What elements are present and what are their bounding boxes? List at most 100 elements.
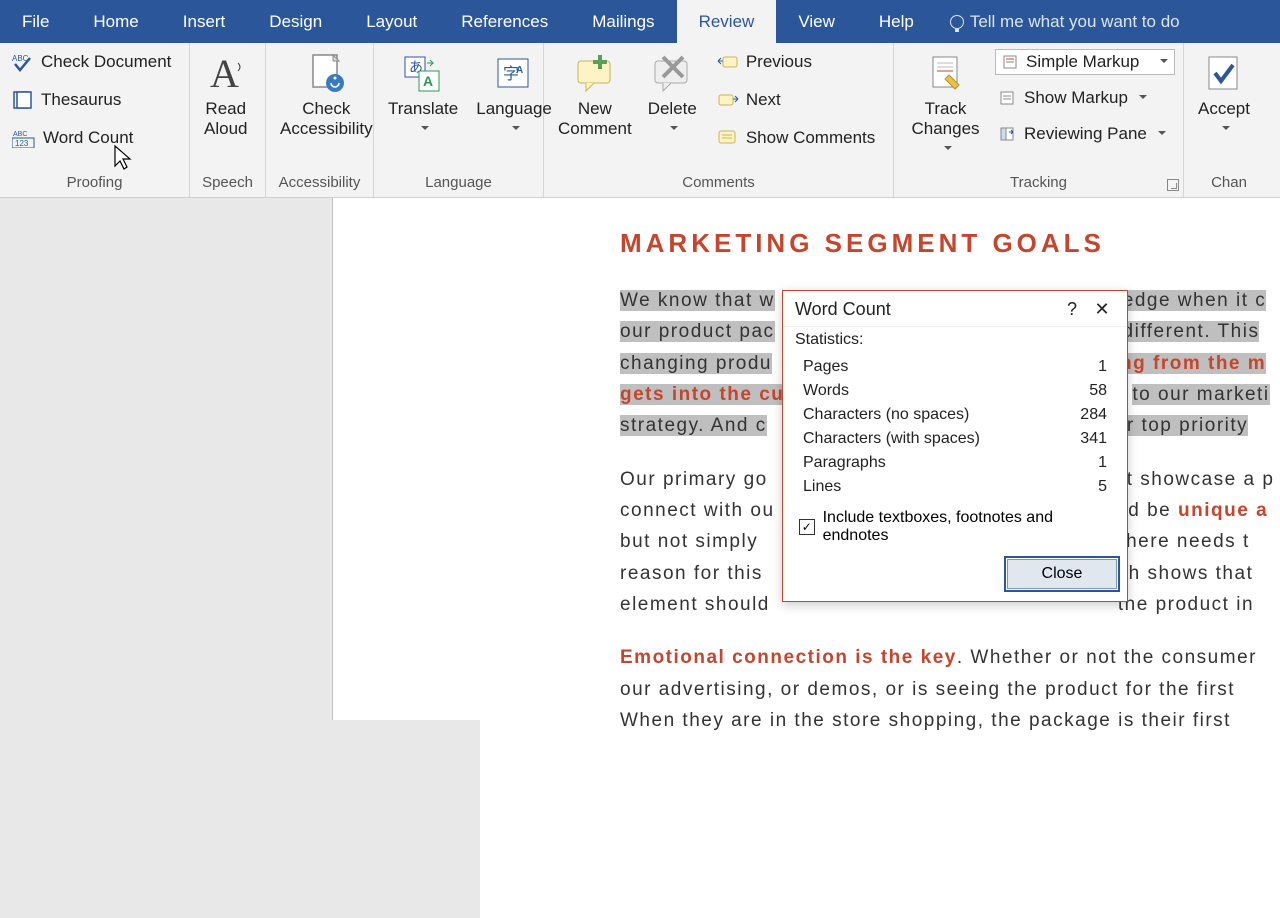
check-accessibility-button[interactable]: Check Accessibility xyxy=(274,47,379,140)
check-document-label: Check Document xyxy=(41,52,171,72)
include-textboxes-checkbox[interactable]: ✓ Include textboxes, footnotes and endno… xyxy=(783,499,1127,551)
stat-pages: Pages1 xyxy=(783,355,1127,379)
svg-text:A: A xyxy=(423,73,433,89)
delete-comment-icon xyxy=(649,51,695,97)
previous-label: Previous xyxy=(746,52,812,72)
next-comment-button[interactable]: Next xyxy=(713,87,879,113)
check-accessibility-label: Check Accessibility xyxy=(280,99,373,140)
new-comment-icon xyxy=(572,51,618,97)
language-label: Language xyxy=(476,99,552,140)
stat-chars-nospace: Characters (no spaces)284 xyxy=(783,403,1127,427)
read-aloud-icon: A xyxy=(206,51,246,97)
tab-design[interactable]: Design xyxy=(247,0,344,43)
read-aloud-label: Read Aloud xyxy=(204,99,247,140)
group-tracking: Track Changes Simple Markup Show Markup … xyxy=(894,43,1184,197)
tab-layout[interactable]: Layout xyxy=(344,0,439,43)
dialog-help-button[interactable]: ? xyxy=(1057,299,1087,320)
group-label: Accessibility xyxy=(274,172,365,197)
group-language: あA Translate 字A Language Language xyxy=(374,43,544,197)
word-count-icon: ABC123 xyxy=(12,128,36,148)
check-document-icon: ABC xyxy=(12,52,34,72)
show-comments-label: Show Comments xyxy=(746,128,875,148)
reviewing-pane-icon xyxy=(999,126,1017,142)
accept-icon xyxy=(1203,51,1245,97)
group-label: Proofing xyxy=(8,172,181,197)
next-label: Next xyxy=(746,90,781,110)
tracking-launcher[interactable] xyxy=(1167,179,1179,191)
track-changes-icon xyxy=(925,51,967,97)
group-label: Comments xyxy=(552,172,885,197)
reviewing-pane-button[interactable]: Reviewing Pane xyxy=(995,121,1175,147)
stat-chars-space: Characters (with spaces)341 xyxy=(783,427,1127,451)
checkbox-icon: ✓ xyxy=(799,519,815,535)
thesaurus-label: Thesaurus xyxy=(41,90,121,110)
accept-label: Accept xyxy=(1198,99,1250,140)
bulb-icon xyxy=(950,15,964,29)
reviewing-pane-label: Reviewing Pane xyxy=(1024,124,1147,144)
show-markup-button[interactable]: Show Markup xyxy=(995,85,1175,111)
dialog-titlebar: Word Count ? ✕ xyxy=(783,291,1127,326)
group-speech: A Read Aloud Speech xyxy=(190,43,266,197)
new-comment-label: New Comment xyxy=(558,99,632,140)
check-document-button[interactable]: ABC Check Document xyxy=(8,49,175,75)
display-label: Simple Markup xyxy=(1026,52,1139,72)
svg-text:ABC: ABC xyxy=(13,131,27,138)
next-comment-icon xyxy=(717,91,739,109)
heading: MARKETING SEGMENT GOALS xyxy=(620,228,1280,259)
group-proofing: ABC Check Document Thesaurus ABC123 Word… xyxy=(0,43,190,197)
read-aloud-button[interactable]: A Read Aloud xyxy=(198,47,253,140)
statistics-list: Pages1 Words58 Characters (no spaces)284… xyxy=(783,355,1127,499)
tab-view[interactable]: View xyxy=(776,0,857,43)
stat-words: Words58 xyxy=(783,379,1127,403)
left-margin xyxy=(332,198,480,720)
previous-comment-button[interactable]: Previous xyxy=(713,49,879,75)
group-label: Speech xyxy=(198,172,257,197)
tab-help[interactable]: Help xyxy=(857,0,936,43)
translate-icon: あA xyxy=(401,51,445,97)
show-markup-icon xyxy=(999,90,1017,106)
accept-button[interactable]: Accept xyxy=(1192,47,1256,140)
display-for-review-dropdown[interactable]: Simple Markup xyxy=(995,49,1175,75)
thesaurus-icon xyxy=(12,90,34,110)
word-count-dialog: Word Count ? ✕ Statistics: Pages1 Words5… xyxy=(782,290,1128,602)
show-comments-icon xyxy=(717,129,739,147)
tab-references[interactable]: References xyxy=(439,0,570,43)
svg-text:123: 123 xyxy=(15,139,29,148)
svg-text:A: A xyxy=(210,53,239,95)
tell-me-search[interactable]: Tell me what you want to do xyxy=(936,0,1194,43)
group-label: Language xyxy=(382,172,535,197)
delete-comment-button[interactable]: Delete xyxy=(642,47,703,140)
tab-review[interactable]: Review xyxy=(677,0,777,43)
tab-file[interactable]: File xyxy=(0,0,71,43)
tab-mailings[interactable]: Mailings xyxy=(570,0,676,43)
ribbon: ABC Check Document Thesaurus ABC123 Word… xyxy=(0,43,1280,198)
dialog-close-button[interactable]: Close xyxy=(1007,559,1117,589)
track-changes-label: Track Changes xyxy=(908,99,983,160)
word-count-label: Word Count xyxy=(43,128,133,148)
word-count-button[interactable]: ABC123 Word Count xyxy=(8,125,175,151)
translate-button[interactable]: あA Translate xyxy=(382,47,464,140)
stat-paragraphs: Paragraphs1 xyxy=(783,451,1127,475)
group-label: Tracking xyxy=(902,172,1175,197)
track-changes-button[interactable]: Track Changes xyxy=(902,47,989,160)
markup-icon xyxy=(1002,54,1020,70)
tab-home[interactable]: Home xyxy=(71,0,160,43)
dialog-close-x[interactable]: ✕ xyxy=(1087,299,1117,320)
checkbox-label: Include textboxes, footnotes and endnote… xyxy=(823,509,1115,545)
group-accessibility: Check Accessibility Accessibility xyxy=(266,43,374,197)
thesaurus-button[interactable]: Thesaurus xyxy=(8,87,175,113)
translate-label: Translate xyxy=(388,99,458,140)
show-comments-button[interactable]: Show Comments xyxy=(713,125,879,151)
delete-comment-label: Delete xyxy=(648,99,697,140)
dialog-subtitle: Statistics: xyxy=(783,326,1127,355)
new-comment-button[interactable]: New Comment xyxy=(552,47,638,140)
group-label: Chan xyxy=(1192,172,1266,197)
previous-comment-icon xyxy=(717,53,739,71)
stat-lines: Lines5 xyxy=(783,475,1127,499)
group-comments: New Comment Delete Previous Next Show Co… xyxy=(544,43,894,197)
dialog-title: Word Count xyxy=(795,299,891,320)
tab-insert[interactable]: Insert xyxy=(161,0,248,43)
menu-bar: File Home Insert Design Layout Reference… xyxy=(0,0,1280,43)
tell-me-label: Tell me what you want to do xyxy=(970,12,1180,32)
group-changes: Accept Chan xyxy=(1184,43,1274,197)
